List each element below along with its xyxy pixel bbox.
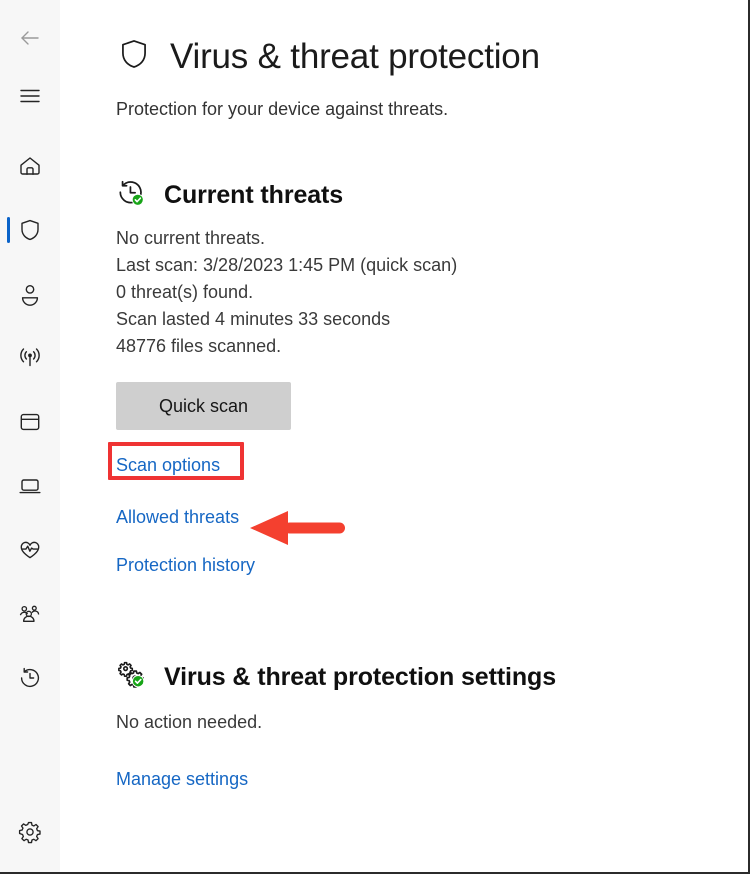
history-clock-icon bbox=[17, 665, 43, 691]
scan-duration-line: Scan lasted 4 minutes 33 seconds bbox=[116, 309, 391, 329]
threats-found-line: 0 threat(s) found. bbox=[116, 282, 254, 302]
page-header: Virus & threat protection bbox=[116, 36, 748, 77]
current-threats-title: Current threats bbox=[164, 181, 344, 209]
current-threats-links: Scan options Allowed threats Protection … bbox=[108, 442, 748, 576]
sidebar-item-firewall-network-protection[interactable] bbox=[0, 334, 60, 382]
current-threats-header: Current threats bbox=[116, 178, 748, 213]
protection-settings-body: No action needed. bbox=[116, 709, 748, 736]
gears-check-icon bbox=[116, 660, 146, 695]
protection-settings-header: Virus & threat protection settings bbox=[116, 660, 748, 695]
protection-settings-links: Manage settings bbox=[116, 768, 748, 790]
back-button[interactable] bbox=[0, 14, 60, 62]
manage-settings-link[interactable]: Manage settings bbox=[116, 768, 248, 790]
protection-settings-section: Virus & threat protection settings No ac… bbox=[116, 660, 748, 790]
threat-status-line: No current threats. bbox=[116, 228, 266, 248]
sidebar-item-account-protection[interactable] bbox=[0, 270, 60, 318]
page-subtitle: Protection for your device against threa… bbox=[116, 99, 449, 119]
current-threats-section: Current threats No current threats. Last… bbox=[108, 178, 748, 576]
history-clock-check-icon bbox=[116, 178, 146, 213]
sidebar-item-settings[interactable] bbox=[0, 808, 60, 856]
sidebar-item-device-performance-health[interactable] bbox=[0, 526, 60, 574]
current-threats-body: No current threats. Last scan: 3/28/2023… bbox=[116, 225, 748, 360]
virus-threat-protection-window: Virus & threat protection Protection for… bbox=[0, 0, 750, 874]
shield-icon bbox=[116, 36, 152, 77]
content-pane: Virus & threat protection Protection for… bbox=[60, 0, 748, 872]
back-arrow-icon bbox=[17, 25, 43, 51]
scan-options-link-wrapper: Scan options bbox=[108, 442, 244, 480]
app-window-icon bbox=[17, 409, 43, 435]
active-indicator-bar bbox=[7, 217, 10, 243]
protection-settings-title: Virus & threat protection settings bbox=[164, 663, 557, 691]
home-icon bbox=[17, 153, 43, 179]
navigation-sidebar bbox=[0, 0, 60, 872]
protection-history-link[interactable]: Protection history bbox=[116, 554, 255, 576]
protection-settings-status: No action needed. bbox=[116, 712, 263, 732]
sidebar-item-device-security[interactable] bbox=[0, 462, 60, 510]
shield-icon bbox=[17, 217, 43, 243]
person-icon bbox=[17, 281, 43, 307]
files-scanned-line: 48776 files scanned. bbox=[116, 336, 282, 356]
sidebar-item-family-options[interactable] bbox=[0, 590, 60, 638]
heart-pulse-icon bbox=[17, 537, 43, 563]
hamburger-menu-button[interactable] bbox=[0, 72, 60, 120]
scan-options-link[interactable]: Scan options bbox=[116, 454, 220, 476]
sidebar-item-protection-history[interactable] bbox=[0, 654, 60, 702]
device-icon bbox=[17, 473, 43, 499]
page-title: Virus & threat protection bbox=[170, 36, 540, 76]
sidebar-item-virus-threat-protection[interactable] bbox=[0, 206, 60, 254]
gear-icon bbox=[17, 819, 43, 845]
family-people-icon bbox=[17, 601, 43, 627]
last-scan-line: Last scan: 3/28/2023 1:45 PM (quick scan… bbox=[116, 255, 458, 275]
wifi-signal-icon bbox=[17, 345, 43, 371]
allowed-threats-link[interactable]: Allowed threats bbox=[116, 506, 239, 528]
sidebar-item-home[interactable] bbox=[0, 142, 60, 190]
quick-scan-button[interactable]: Quick scan bbox=[116, 382, 291, 430]
hamburger-menu-icon bbox=[18, 84, 42, 108]
sidebar-item-app-browser-control[interactable] bbox=[0, 398, 60, 446]
